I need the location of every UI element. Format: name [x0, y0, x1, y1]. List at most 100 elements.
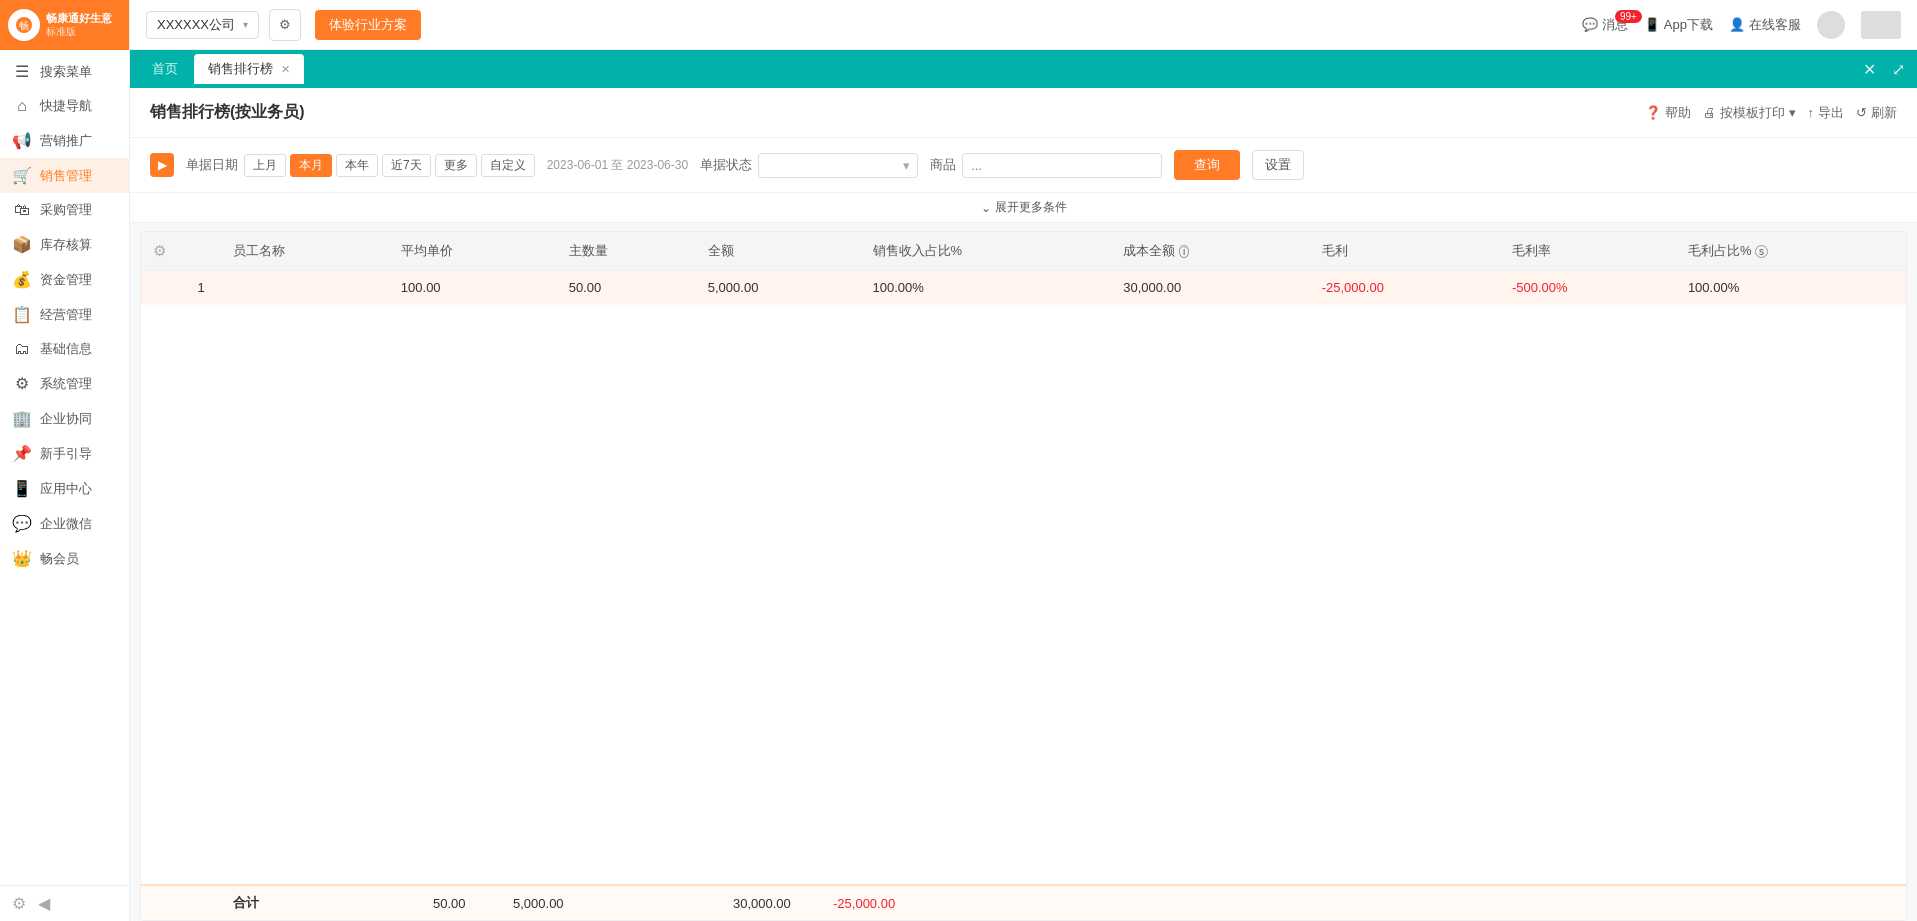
topbar: XXXXXX公司 ▾ ⚙ 体验行业方案 💬 消息 99+ 📱 App下载 👤 在… [130, 0, 1917, 50]
quick-nav-icon: ⌂ [12, 97, 32, 115]
status-select-wrapper [758, 153, 918, 178]
message-badge: 99+ [1615, 10, 1642, 23]
cell-avg-price: 100.00 [389, 271, 557, 305]
date-btn-current-month[interactable]: 本月 [290, 154, 332, 177]
svg-text:畅: 畅 [19, 20, 29, 31]
user-avatar[interactable] [1817, 11, 1845, 39]
col-settings[interactable]: ⚙ [141, 232, 181, 271]
refresh-button[interactable]: ↺ 刷新 [1856, 104, 1897, 122]
sidebar-item-member[interactable]: 👑 畅会员 [0, 541, 129, 576]
sidebar-item-app-center[interactable]: 📱 应用中心 [0, 471, 129, 506]
cell-gross: -25,000.00 [1310, 271, 1500, 305]
logo-sub: 标准版 [46, 25, 112, 39]
company-dropdown-arrow: ▾ [243, 19, 248, 30]
online-service-label: 在线客服 [1749, 16, 1801, 34]
footer-amount: 5,000.00 [501, 896, 601, 911]
goods-input[interactable] [962, 153, 1162, 178]
sidebar-item-label: 营销推广 [40, 132, 92, 150]
footer-cost: 30,000.00 [721, 896, 821, 911]
sidebar-item-operations[interactable]: 📋 经营管理 [0, 297, 129, 332]
tab-sales-rank-label: 销售排行榜 [208, 60, 273, 78]
table-row: 1 100.00 50.00 5,000.00 100.00% 30,000.0… [141, 271, 1906, 305]
message-icon: 💬 [1582, 17, 1598, 32]
print-icon: 🖨 [1703, 105, 1716, 120]
sidebar-item-sales[interactable]: 🛒 销售管理 [0, 158, 129, 193]
sidebar-settings-btn[interactable]: ⚙ [12, 894, 26, 913]
sidebar-item-label: 系统管理 [40, 375, 92, 393]
sales-icon: 🛒 [12, 166, 32, 185]
date-btn-current-year[interactable]: 本年 [336, 154, 378, 177]
sidebar-item-purchase[interactable]: 🛍 采购管理 [0, 193, 129, 227]
expand-row: ⌄ 展开更多条件 [130, 193, 1917, 223]
sidebar-logo: 畅 畅康通好生意 标准版 [0, 0, 129, 50]
sidebar-item-enterprise-wechat[interactable]: 💬 企业微信 [0, 506, 129, 541]
tab-close-icon[interactable]: ✕ [281, 63, 290, 76]
page-header: 销售排行榜(按业务员) ❓ 帮助 🖨 按模板打印 ▾ ↑ 导出 ↺ 刷新 [130, 88, 1917, 138]
export-icon: ↑ [1808, 105, 1815, 120]
table-scroll: ⚙ 员工名称 平均单价 主数量 全额 销售收入占比% 成本全额 i 毛利 毛利率… [141, 232, 1906, 884]
sidebar-item-system[interactable]: ⚙ 系统管理 [0, 366, 129, 401]
enterprise-collab-icon: 🏢 [12, 409, 32, 428]
gross-pct-info-icon: s [1755, 245, 1768, 258]
footer-label: 合计 [221, 894, 341, 912]
expand-more-button[interactable]: ⌄ 展开更多条件 [981, 199, 1067, 216]
filter-bar: ▶ 单据日期 上月 本月 本年 近7天 更多 自定义 2023-06-01 至 … [130, 138, 1917, 193]
company-selector[interactable]: XXXXXX公司 ▾ [146, 11, 259, 39]
sidebar-item-quick-nav[interactable]: ⌂ 快捷导航 [0, 89, 129, 123]
date-btn-custom[interactable]: 自定义 [481, 154, 535, 177]
topbar-gear-button[interactable]: ⚙ [269, 9, 301, 41]
sidebar-item-label: 畅会员 [40, 550, 79, 568]
sidebar-item-search-order[interactable]: ☰ 搜索菜单 [0, 54, 129, 89]
sidebar-item-label: 搜索菜单 [40, 63, 92, 81]
status-filter-label: 单据状态 [700, 156, 752, 174]
page-actions: ❓ 帮助 🖨 按模板打印 ▾ ↑ 导出 ↺ 刷新 [1645, 104, 1898, 136]
query-button[interactable]: 查询 [1174, 150, 1240, 180]
sidebar-item-label: 库存核算 [40, 236, 92, 254]
sidebar-item-beginner[interactable]: 📌 新手引导 [0, 436, 129, 471]
trial-button[interactable]: 体验行业方案 [315, 10, 421, 40]
sidebar-item-marketing[interactable]: 📢 营销推广 [0, 123, 129, 158]
sidebar-item-label: 销售管理 [40, 167, 92, 185]
col-avg-price: 平均单价 [389, 232, 557, 271]
tab-fullscreen-icon[interactable]: ⤢ [1888, 58, 1909, 81]
tabbar: 首页 销售排行榜 ✕ ✕ ⤢ [130, 50, 1917, 88]
app-download-button[interactable]: 📱 App下载 [1644, 16, 1713, 34]
cell-amount: 5,000.00 [696, 271, 861, 305]
date-btn-more[interactable]: 更多 [435, 154, 477, 177]
filter-expand-arrow[interactable]: ▶ [150, 153, 174, 177]
sidebar-item-enterprise-collab[interactable]: 🏢 企业协同 [0, 401, 129, 436]
help-button[interactable]: ❓ 帮助 [1645, 104, 1691, 122]
tab-close-window-icon[interactable]: ✕ [1859, 58, 1880, 81]
tab-sales-rank[interactable]: 销售排行榜 ✕ [194, 54, 304, 84]
content-area: 销售排行榜(按业务员) ❓ 帮助 🖨 按模板打印 ▾ ↑ 导出 ↺ 刷新 [130, 88, 1917, 921]
operations-icon: 📋 [12, 305, 32, 324]
export-button[interactable]: ↑ 导出 [1808, 104, 1845, 122]
col-settings-icon[interactable]: ⚙ [153, 242, 166, 259]
marketing-icon: 📢 [12, 131, 32, 150]
sidebar-item-inventory[interactable]: 📦 库存核算 [0, 227, 129, 262]
topbar-right: 💬 消息 99+ 📱 App下载 👤 在线客服 [1582, 11, 1901, 39]
logo-icon: 畅 [8, 9, 40, 41]
footer-gross: -25,000.00 [821, 896, 921, 911]
sidebar-item-label: 企业协同 [40, 410, 92, 428]
col-gross-pct: 毛利占比% s [1676, 232, 1906, 271]
template-print-button[interactable]: 🖨 按模板打印 ▾ [1703, 104, 1796, 122]
sidebar-nav: ☰ 搜索菜单 ⌂ 快捷导航 📢 营销推广 🛒 销售管理 🛍 采购管理 📦 库存核… [0, 50, 129, 885]
cell-gross-pct: 100.00% [1676, 271, 1906, 305]
sidebar-collapse-btn[interactable]: ◀ [38, 894, 50, 913]
table-header-row: ⚙ 员工名称 平均单价 主数量 全额 销售收入占比% 成本全额 i 毛利 毛利率… [141, 232, 1906, 271]
date-filter-label: 单据日期 [186, 156, 238, 174]
message-button[interactable]: 💬 消息 99+ [1582, 16, 1628, 34]
date-btn-7days[interactable]: 近7天 [382, 154, 431, 177]
setting-button[interactable]: 设置 [1252, 150, 1304, 180]
sidebar-item-label: 基础信息 [40, 340, 92, 358]
col-gross: 毛利 [1310, 232, 1500, 271]
sidebar-item-finance[interactable]: 💰 资金管理 [0, 262, 129, 297]
online-service-button[interactable]: 👤 在线客服 [1729, 16, 1801, 34]
tab-home[interactable]: 首页 [138, 54, 192, 84]
date-btn-last-month[interactable]: 上月 [244, 154, 286, 177]
status-select[interactable] [758, 153, 918, 178]
refresh-icon: ↺ [1856, 105, 1867, 120]
cell-rank: 1 [181, 271, 221, 305]
sidebar-item-basics[interactable]: 🗂 基础信息 [0, 332, 129, 366]
